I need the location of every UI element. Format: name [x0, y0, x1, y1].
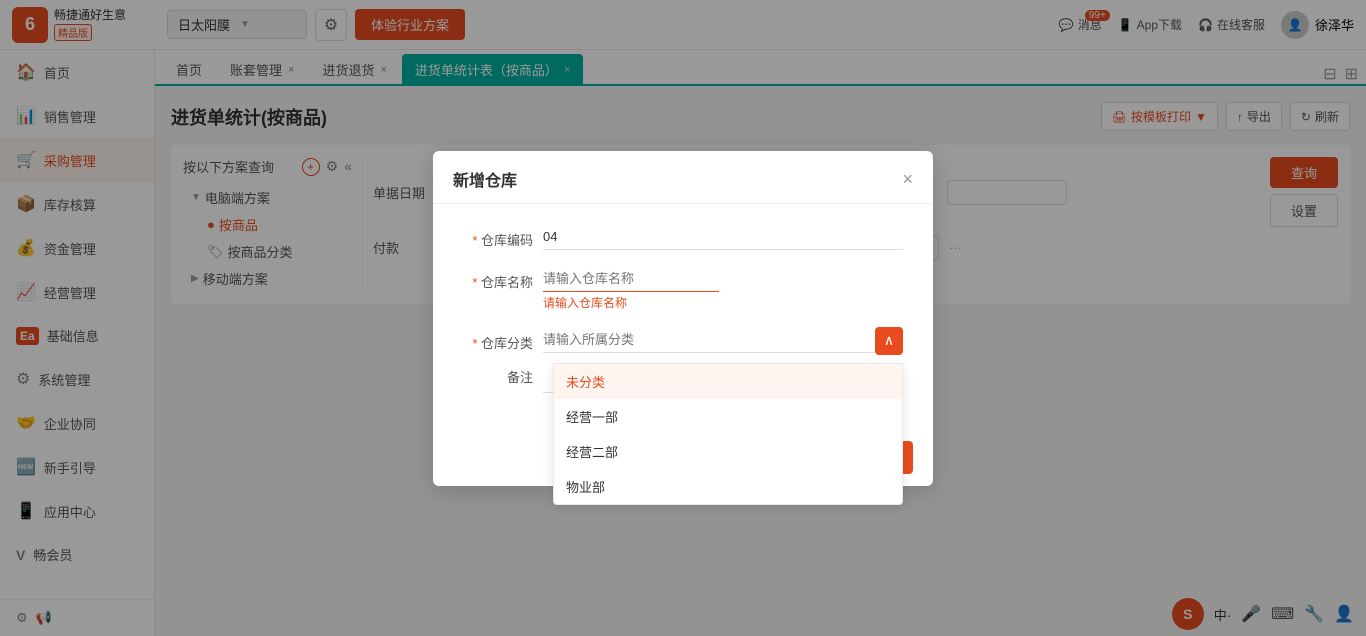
modal-overlay: 新增仓库 × 仓库编码 仓库名称 请输入仓库名称 仓库分类: [0, 0, 1366, 636]
form-row-category: 仓库分类 ∧: [463, 327, 903, 353]
name-error-msg: 请输入仓库名称: [543, 294, 903, 311]
category-input[interactable]: [543, 327, 903, 353]
category-dropdown-list: 未分类 经营一部 经营二部 物业部: [553, 363, 903, 505]
modal-close-button[interactable]: ×: [902, 170, 913, 188]
dropdown-option-2[interactable]: 经营二部: [554, 434, 902, 469]
name-input[interactable]: [543, 266, 719, 292]
code-input[interactable]: [543, 224, 903, 250]
modal-body: 仓库编码 仓库名称 请输入仓库名称 仓库分类 ∧: [433, 204, 933, 429]
modal-title: 新增仓库: [453, 167, 517, 191]
category-label: 仓库分类: [463, 327, 543, 352]
category-dropdown-row: ∧: [543, 327, 903, 353]
name-input-wrapper: 请输入仓库名称: [543, 266, 903, 311]
name-label: 仓库名称: [463, 266, 543, 291]
remark-label: 备注: [463, 361, 543, 386]
form-row-name: 仓库名称 请输入仓库名称: [463, 266, 903, 311]
modal-header: 新增仓库 ×: [433, 151, 933, 204]
dropdown-option-1[interactable]: 经营一部: [554, 399, 902, 434]
category-dropdown-toggle[interactable]: ∧: [875, 327, 903, 355]
dropdown-option-0[interactable]: 未分类: [554, 364, 902, 399]
code-label: 仓库编码: [463, 224, 543, 249]
dropdown-option-3[interactable]: 物业部: [554, 469, 902, 504]
modal-add-warehouse: 新增仓库 × 仓库编码 仓库名称 请输入仓库名称 仓库分类: [433, 151, 933, 486]
form-row-code: 仓库编码: [463, 224, 903, 250]
